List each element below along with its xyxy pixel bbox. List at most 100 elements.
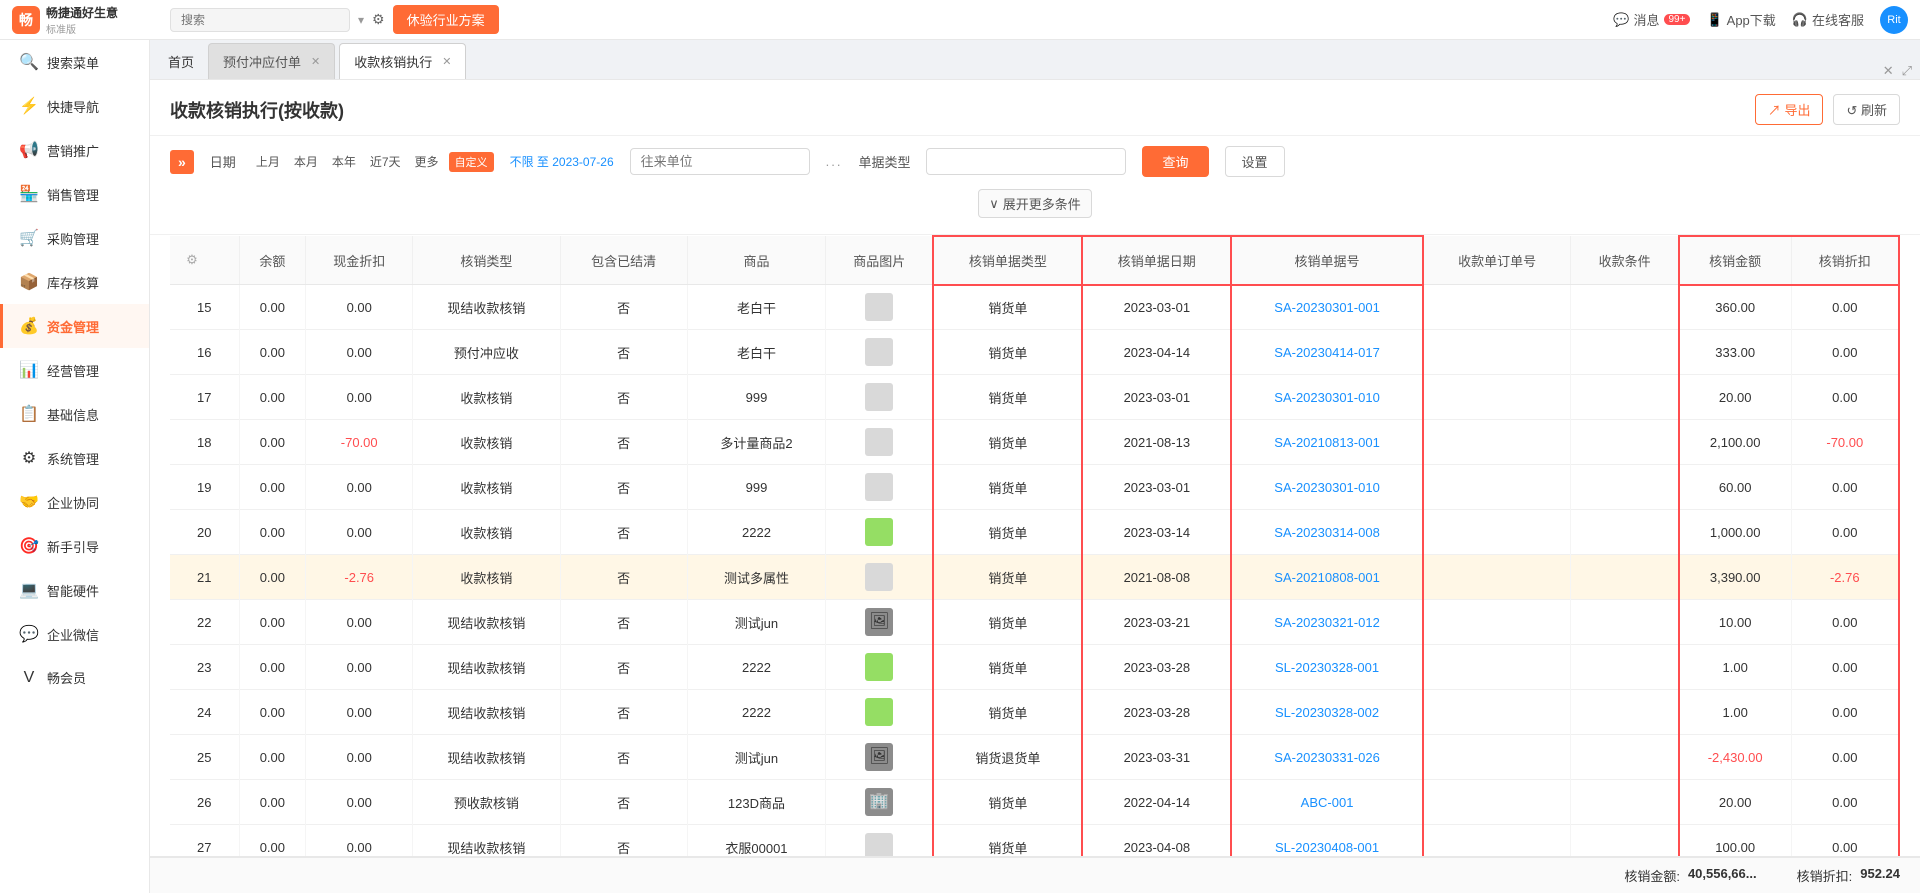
td-balance: 0.00 (239, 330, 306, 375)
tab-prepay-close[interactable]: ✕ (311, 55, 320, 68)
td-bill-no: SA-20230301-010 (1231, 375, 1423, 420)
bill-no-link[interactable]: SA-20210808-001 (1274, 570, 1380, 585)
sidebar-item-基础信息[interactable]: 📋基础信息 (0, 392, 149, 436)
tab-receipt[interactable]: 收款核销执行 ✕ (339, 43, 466, 79)
date-7days-btn[interactable]: 近7天 (366, 151, 405, 172)
td-bill-type: 销货单 (933, 600, 1082, 645)
td-amount: 1,000.00 (1679, 510, 1791, 555)
td-no: 15 (170, 285, 239, 330)
sidebar-item-系统管理[interactable]: ⚙系统管理 (0, 436, 149, 480)
td-amount: 1.00 (1679, 645, 1791, 690)
td-type: 现结收款核销 (413, 735, 560, 780)
bill-no-link[interactable]: ABC-001 (1301, 795, 1354, 810)
td-discount: 0.00 (306, 465, 413, 510)
td-settled: 否 (560, 690, 687, 735)
td-discount: 0.00 (306, 600, 413, 645)
message-badge: 99+ (1664, 14, 1691, 25)
td-no: 23 (170, 645, 239, 690)
bill-no-link[interactable]: SA-20230414-017 (1274, 345, 1380, 360)
tab-home[interactable]: 首页 (158, 44, 204, 79)
sidebar-item-采购管理[interactable]: 🛒采购管理 (0, 216, 149, 260)
td-writeoff: 0.00 (1791, 645, 1899, 690)
td-bill-type: 销货单 (933, 645, 1082, 690)
bill-no-link[interactable]: SL-20230328-001 (1275, 660, 1379, 675)
sidebar-item-营销推广[interactable]: 📢营销推广 (0, 128, 149, 172)
td-product-img (826, 645, 934, 690)
td-writeoff: 0.00 (1791, 330, 1899, 375)
tab-receipt-close[interactable]: ✕ (442, 55, 451, 68)
bill-type-select[interactable] (926, 148, 1126, 175)
sidebar-item-label: 销售管理 (47, 185, 99, 204)
td-bill-type: 销货单 (933, 555, 1082, 600)
app-download-action[interactable]: 📱 App下载 (1706, 10, 1775, 29)
brand-sub: 标准版 (46, 21, 118, 36)
sidebar-item-智能硬件[interactable]: 💻智能硬件 (0, 568, 149, 612)
sidebar-item-快捷导航[interactable]: ⚡快捷导航 (0, 84, 149, 128)
gear-icon[interactable]: ⚙ (372, 11, 385, 28)
td-condition (1571, 690, 1679, 735)
td-type: 收款核销 (413, 420, 560, 465)
sidebar-item-搜索菜单[interactable]: 🔍搜索菜单 (0, 40, 149, 84)
td-receipt-no (1423, 330, 1571, 375)
sidebar-item-资金管理[interactable]: 💰资金管理 (0, 304, 149, 348)
td-discount: 0.00 (306, 825, 413, 857)
partner-input[interactable] (630, 148, 810, 175)
brand-info: 畅捷通好生意 标准版 (46, 4, 118, 36)
user-avatar[interactable]: Rit (1880, 6, 1908, 34)
bill-no-link[interactable]: SA-20230321-012 (1274, 615, 1380, 630)
service-action[interactable]: 🎧 在线客服 (1792, 10, 1864, 29)
td-amount: 20.00 (1679, 780, 1791, 825)
query-button[interactable]: 查询 (1142, 146, 1208, 177)
td-type: 收款核销 (413, 555, 560, 600)
tab-close-icon[interactable]: ✕ (1883, 63, 1894, 79)
date-cur-month-btn[interactable]: 本月 (290, 151, 322, 172)
date-cur-year-btn[interactable]: 本年 (328, 151, 360, 172)
th-bill-no: 核销单据号 (1231, 236, 1423, 285)
footer-amount-total: 核销金额: 40,556,66... (1624, 866, 1756, 885)
bill-no-link[interactable]: SA-20230331-026 (1274, 750, 1380, 765)
td-product: 999 (687, 375, 825, 420)
expand-more-btn[interactable]: ∨ 展开更多条件 (978, 189, 1092, 218)
bill-no-link[interactable]: SL-20230408-001 (1275, 840, 1379, 855)
sidebar-item-企业协同[interactable]: 🤝企业协同 (0, 480, 149, 524)
sidebar-item-畅会员[interactable]: V畅会员 (0, 656, 149, 699)
sidebar-icon: 🛒 (19, 228, 39, 248)
td-writeoff: 0.00 (1791, 780, 1899, 825)
date-prev-month-btn[interactable]: 上月 (252, 151, 284, 172)
collapse-filter-btn[interactable]: » (170, 150, 194, 174)
td-receipt-no (1423, 690, 1571, 735)
td-settled: 否 (560, 735, 687, 780)
sidebar-item-label: 资金管理 (47, 317, 99, 336)
chevron-down-icon[interactable]: ▾ (358, 13, 364, 27)
date-more-btn[interactable]: 更多 (411, 151, 443, 172)
sidebar-item-库存核算[interactable]: 📦库存核算 (0, 260, 149, 304)
td-product: 衣服00001 (687, 825, 825, 857)
refresh-button[interactable]: ↺ 刷新 (1833, 94, 1900, 125)
export-button[interactable]: ↗ 导出 (1755, 94, 1824, 125)
tab-prepay[interactable]: 预付冲应付单 ✕ (208, 43, 335, 79)
td-product: 2222 (687, 690, 825, 735)
bill-no-link[interactable]: SA-20230301-010 (1274, 480, 1380, 495)
sidebar-item-新手引导[interactable]: 🎯新手引导 (0, 524, 149, 568)
bill-no-link[interactable]: SL-20230328-002 (1275, 705, 1379, 720)
bill-no-link[interactable]: SA-20230301-010 (1274, 390, 1380, 405)
bill-no-link[interactable]: SA-20230314-008 (1274, 525, 1380, 540)
sidebar-item-销售管理[interactable]: 🏪销售管理 (0, 172, 149, 216)
td-discount: 0.00 (306, 645, 413, 690)
td-product: 多计量商品2 (687, 420, 825, 465)
date-custom-btn[interactable]: 自定义 (449, 152, 494, 172)
td-discount: 0.00 (306, 690, 413, 735)
partner-dots[interactable]: ... (826, 154, 843, 169)
bill-no-link[interactable]: SA-20230301-001 (1274, 300, 1380, 315)
industry-btn[interactable]: 休验行业方案 (393, 5, 499, 34)
top-search-input[interactable] (170, 8, 350, 32)
top-bar-right: 💬 消息 99+ 📱 App下载 🎧 在线客服 Rit (1613, 6, 1908, 34)
bill-no-link[interactable]: SA-20210813-001 (1274, 435, 1380, 450)
message-action[interactable]: 💬 消息 99+ (1613, 10, 1690, 29)
td-discount: 0.00 (306, 285, 413, 330)
sidebar-item-企业微信[interactable]: 💬企业微信 (0, 612, 149, 656)
setting-button[interactable]: 设置 (1225, 146, 1285, 177)
tab-expand-icon[interactable]: ⤢ (1902, 63, 1912, 79)
th-settings[interactable]: ⚙ (170, 236, 239, 285)
sidebar-item-经营管理[interactable]: 📊经营管理 (0, 348, 149, 392)
